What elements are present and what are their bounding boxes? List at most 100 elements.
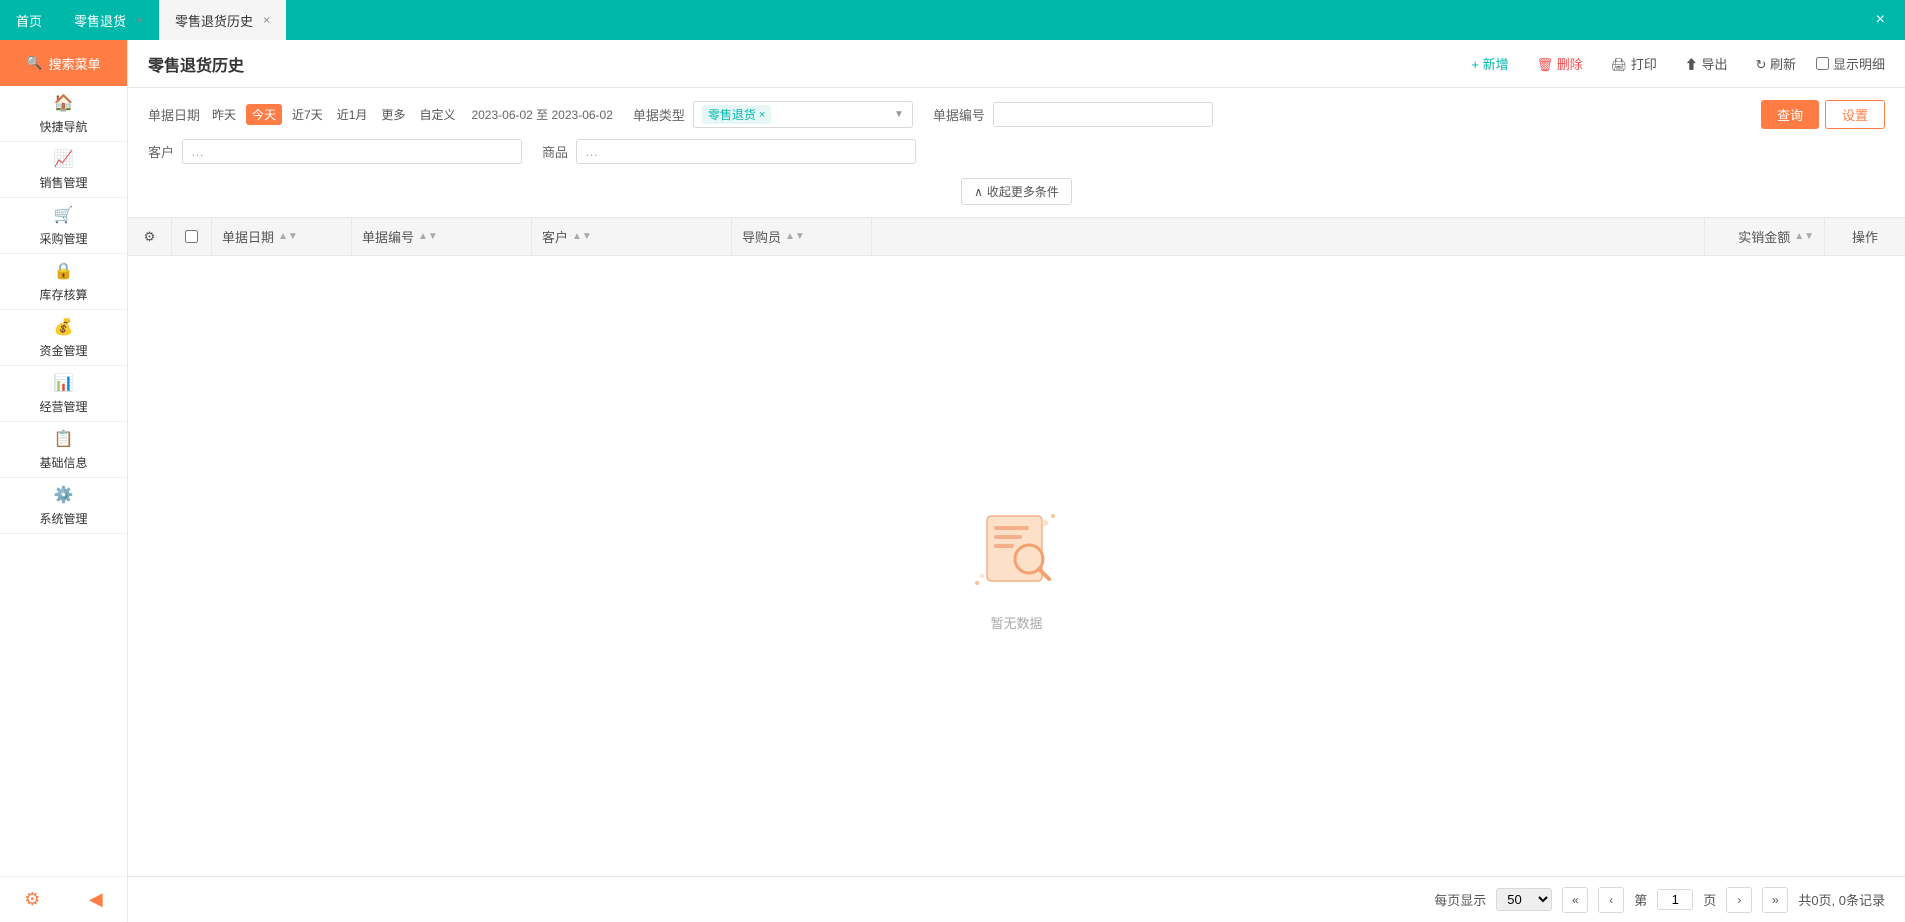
sidebar-collapse-btn[interactable]: ◀ (89, 889, 103, 910)
bill-no-label: 单据编号 (933, 105, 985, 124)
th-amount[interactable]: 实销金额 ▲▼ (1705, 218, 1825, 255)
show-detail-checkbox-label[interactable]: 显示明细 (1816, 54, 1885, 73)
th-guide[interactable]: 导购员 ▲▼ (732, 218, 872, 255)
page-next-btn[interactable]: › (1726, 887, 1752, 913)
th-settings[interactable]: ⚙ (128, 218, 172, 255)
sidebar-item-finance[interactable]: 💰 资金管理 (0, 310, 127, 366)
export-button[interactable]: ⬆ 导出 (1677, 50, 1736, 77)
top-bar-right: × (1876, 11, 1905, 29)
purchase-mgmt-label: 采购管理 (39, 230, 87, 247)
sales-mgmt-label: 销售管理 (39, 174, 87, 191)
show-detail-label: 显示明细 (1833, 54, 1885, 73)
basic-info-icon: 📋 (53, 428, 75, 450)
query-button[interactable]: 查询 (1761, 100, 1819, 129)
billno-sort-icon: ▲▼ (418, 232, 438, 242)
th-date[interactable]: 单据日期 ▲▼ (212, 218, 352, 255)
bill-no-filter-group: 单据编号 (933, 102, 1213, 127)
date-shortcut-7days[interactable]: 近7天 (288, 104, 327, 125)
page-header: 零售退货历史 + 新增 🗑 删除 🖨 打印 ⬆ 导出 ↻ 刷新 显示明细 (128, 40, 1905, 88)
operations-label: 经营管理 (39, 398, 87, 415)
date-filter-label: 单据日期 (148, 105, 200, 124)
search-menu-label: 搜索菜单 (49, 54, 101, 73)
content-area: 零售退货历史 + 新增 🗑 删除 🖨 打印 ⬆ 导出 ↻ 刷新 显示明细 单据日… (128, 40, 1905, 922)
pagination-total-label: 共0页, 0条记录 (1798, 890, 1885, 909)
sidebar-item-purchase-mgmt[interactable]: 🛒 采购管理 (0, 198, 127, 254)
page-first-btn[interactable]: « (1562, 887, 1588, 913)
date-shortcuts: 昨天 今天 近7天 近1月 更多 自定义 (208, 104, 459, 125)
select-all-checkbox[interactable] (185, 230, 198, 243)
tab-retail-return-close[interactable]: × (136, 13, 143, 27)
collapse-label: 收起更多条件 (987, 183, 1059, 200)
th-checkbox[interactable] (172, 218, 212, 255)
tab-retail-return-history-close[interactable]: × (263, 13, 270, 27)
date-shortcut-yesterday[interactable]: 昨天 (208, 104, 240, 125)
bill-type-tag-text: 零售退货 (708, 106, 756, 123)
date-shortcut-custom[interactable]: 自定义 (415, 104, 459, 125)
bill-type-select[interactable]: 零售退货 × ▼ (693, 101, 913, 128)
new-button[interactable]: + 新增 (1463, 50, 1516, 77)
filter-row-2: 客户 … 商品 … (148, 139, 1885, 164)
date-shortcut-1month[interactable]: 近1月 (333, 104, 372, 125)
sidebar-item-inventory[interactable]: 🔒 库存核算 (0, 254, 127, 310)
collapse-row: ∧ 收起更多条件 (148, 174, 1885, 205)
th-billno[interactable]: 单据编号 ▲▼ (352, 218, 532, 255)
goods-label: 商品 (542, 142, 568, 161)
customer-sort-icon: ▲▼ (572, 232, 592, 242)
search-menu-btn[interactable]: 🔍 搜索菜单 (0, 40, 127, 86)
goods-filter-group: 商品 … (542, 139, 916, 164)
sidebar-settings-btn[interactable]: ⚙ (24, 889, 40, 910)
page-text-label2: 页 (1703, 890, 1716, 909)
sidebar-item-quick-nav[interactable]: 🏠 快捷导航 (0, 86, 127, 142)
empty-text: 暂无数据 (990, 613, 1042, 632)
settings-button[interactable]: 设置 (1825, 100, 1885, 129)
customer-filter-group: 客户 … (148, 139, 522, 164)
th-guide-label: 导购员 (742, 227, 781, 246)
tab-home-label: 首页 (16, 11, 42, 30)
bill-type-value: 零售退货 × (702, 105, 888, 124)
th-customer[interactable]: 客户 ▲▼ (532, 218, 732, 255)
sidebar-item-sales-mgmt[interactable]: 📈 销售管理 (0, 142, 127, 198)
sidebar-item-basic-info[interactable]: 📋 基础信息 (0, 422, 127, 478)
main-layout: 🔍 搜索菜单 🏠 快捷导航 📈 销售管理 🛒 采购管理 🔒 库存核算 💰 资金管… (0, 40, 1905, 922)
th-customer-label: 客户 (542, 227, 568, 246)
tab-retail-return[interactable]: 零售退货 × (58, 0, 159, 40)
close-window-btn[interactable]: × (1876, 11, 1885, 29)
date-sort-icon: ▲▼ (278, 232, 298, 242)
th-billno-label: 单据编号 (362, 227, 414, 246)
filter-row-1: 单据日期 昨天 今天 近7天 近1月 更多 自定义 2023-06-02 至 2… (148, 100, 1885, 129)
bill-type-tag-close[interactable]: × (759, 109, 765, 121)
collapse-button[interactable]: ∧ 收起更多条件 (961, 178, 1072, 205)
page-number-input[interactable] (1657, 889, 1693, 910)
date-shortcut-more[interactable]: 更多 (377, 104, 409, 125)
page-size-label: 每页显示 (1434, 890, 1486, 909)
refresh-button[interactable]: ↻ 刷新 (1747, 50, 1804, 77)
inventory-label: 库存核算 (39, 286, 87, 303)
sidebar-item-system-mgmt[interactable]: ⚙️ 系统管理 (0, 478, 127, 534)
show-detail-checkbox[interactable] (1816, 57, 1829, 70)
purchase-mgmt-icon: 🛒 (53, 204, 75, 226)
finance-icon: 💰 (53, 316, 75, 338)
goods-input[interactable]: … (576, 139, 916, 164)
bill-type-label: 单据类型 (633, 105, 685, 124)
bill-no-input[interactable] (993, 102, 1213, 127)
page-last-btn[interactable]: » (1762, 887, 1788, 913)
th-spacer (872, 218, 1705, 255)
print-button[interactable]: 🖨 打印 (1603, 50, 1665, 77)
tab-home[interactable]: 首页 (0, 0, 58, 40)
page-size-select[interactable]: 50 20 100 (1496, 888, 1552, 911)
system-mgmt-icon: ⚙️ (53, 484, 75, 506)
sidebar-item-operations[interactable]: 📊 经营管理 (0, 366, 127, 422)
operations-icon: 📊 (53, 372, 75, 394)
date-shortcut-today[interactable]: 今天 (246, 104, 282, 125)
delete-button[interactable]: 🗑 删除 (1529, 50, 1591, 77)
inventory-icon: 🔒 (53, 260, 75, 282)
guide-sort-icon: ▲▼ (785, 232, 805, 242)
tab-retail-return-history[interactable]: 零售退货历史 × (159, 0, 286, 40)
table-body: 暂无数据 (128, 256, 1905, 876)
search-icon: 🔍 (26, 55, 42, 71)
customer-input[interactable]: … (182, 139, 522, 164)
tab-retail-return-history-label: 零售退货历史 (175, 11, 253, 30)
th-action: 操作 (1825, 218, 1905, 255)
page-prev-btn[interactable]: ‹ (1598, 887, 1624, 913)
quick-nav-icon: 🏠 (53, 92, 75, 114)
